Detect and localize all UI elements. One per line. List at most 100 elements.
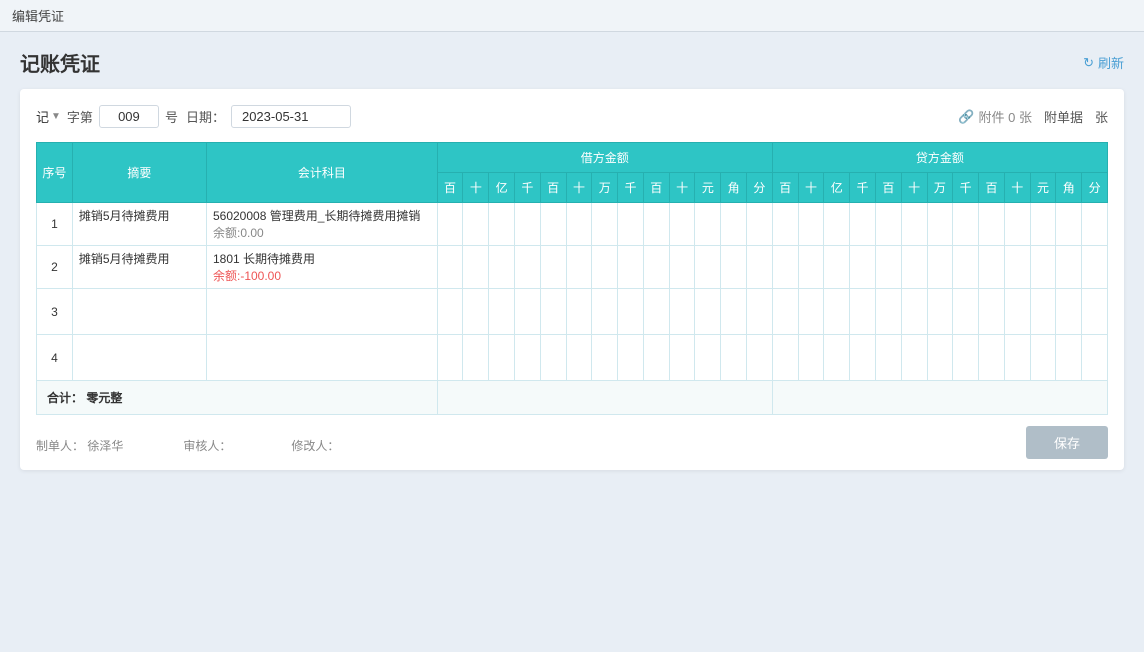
attach-sheet-label[interactable]: 附单据 — [1044, 107, 1083, 126]
row1-c7[interactable] — [927, 203, 953, 246]
row1-c12[interactable] — [1056, 203, 1082, 246]
row2-c9[interactable] — [979, 246, 1005, 289]
row1-c3[interactable] — [824, 203, 850, 246]
row4-c12[interactable] — [1056, 335, 1082, 381]
row4-d9[interactable] — [643, 335, 669, 381]
save-button[interactable]: 保存 — [1026, 426, 1108, 459]
row2-c3[interactable] — [824, 246, 850, 289]
row2-d6[interactable] — [566, 246, 592, 289]
row4-c2[interactable] — [798, 335, 824, 381]
row3-c5[interactable] — [875, 289, 901, 335]
row3-summary[interactable] — [72, 289, 206, 335]
row1-c13[interactable] — [1082, 203, 1108, 246]
row1-summary[interactable]: 摊销5月待摊费用 — [72, 203, 206, 246]
row1-c4[interactable] — [850, 203, 876, 246]
row4-d5[interactable] — [540, 335, 566, 381]
row1-d4[interactable] — [515, 203, 541, 246]
row3-d3[interactable] — [489, 289, 515, 335]
row3-c10[interactable] — [1004, 289, 1030, 335]
row3-c13[interactable] — [1082, 289, 1108, 335]
row2-d9[interactable] — [643, 246, 669, 289]
row1-d13[interactable] — [747, 203, 773, 246]
row3-d1[interactable] — [437, 289, 463, 335]
row3-d4[interactable] — [515, 289, 541, 335]
row1-d6[interactable] — [566, 203, 592, 246]
row3-account[interactable] — [206, 289, 437, 335]
refresh-button[interactable]: ↻ 刷新 — [1083, 53, 1124, 72]
row4-c1[interactable] — [772, 335, 798, 381]
row1-d7[interactable] — [592, 203, 618, 246]
row1-c5[interactable] — [875, 203, 901, 246]
row4-c10[interactable] — [1004, 335, 1030, 381]
row3-c7[interactable] — [927, 289, 953, 335]
row3-c6[interactable] — [901, 289, 927, 335]
row2-d10[interactable] — [669, 246, 695, 289]
row4-d8[interactable] — [618, 335, 644, 381]
row1-d11[interactable] — [695, 203, 721, 246]
row2-d5[interactable] — [540, 246, 566, 289]
row2-d8[interactable] — [618, 246, 644, 289]
row1-c8[interactable] — [953, 203, 979, 246]
row2-d7[interactable] — [592, 246, 618, 289]
row3-d5[interactable] — [540, 289, 566, 335]
row1-d8[interactable] — [618, 203, 644, 246]
row1-d5[interactable] — [540, 203, 566, 246]
row2-c1[interactable] — [772, 246, 798, 289]
row4-c4[interactable] — [850, 335, 876, 381]
row4-d7[interactable] — [592, 335, 618, 381]
row3-d11[interactable] — [695, 289, 721, 335]
row1-c2[interactable] — [798, 203, 824, 246]
row4-c6[interactable] — [901, 335, 927, 381]
row4-c11[interactable] — [1030, 335, 1056, 381]
row2-d1[interactable] — [437, 246, 463, 289]
row3-c1[interactable] — [772, 289, 798, 335]
row2-c11[interactable] — [1030, 246, 1056, 289]
row2-d11[interactable] — [695, 246, 721, 289]
row1-d10[interactable] — [669, 203, 695, 246]
row3-d9[interactable] — [643, 289, 669, 335]
row1-account[interactable]: 56020008 管理费用_长期待摊费用摊销 余额:0.00 — [206, 203, 437, 246]
row3-c12[interactable] — [1056, 289, 1082, 335]
row2-c2[interactable] — [798, 246, 824, 289]
row2-d13[interactable] — [747, 246, 773, 289]
row2-c5[interactable] — [875, 246, 901, 289]
row3-d10[interactable] — [669, 289, 695, 335]
row2-c10[interactable] — [1004, 246, 1030, 289]
row3-c4[interactable] — [850, 289, 876, 335]
row4-account[interactable] — [206, 335, 437, 381]
row1-c10[interactable] — [1004, 203, 1030, 246]
row2-summary[interactable]: 摊销5月待摊费用 — [72, 246, 206, 289]
row4-c13[interactable] — [1082, 335, 1108, 381]
row3-c9[interactable] — [979, 289, 1005, 335]
row4-d4[interactable] — [515, 335, 541, 381]
row4-d11[interactable] — [695, 335, 721, 381]
row2-c8[interactable] — [953, 246, 979, 289]
row3-d6[interactable] — [566, 289, 592, 335]
row1-c6[interactable] — [901, 203, 927, 246]
row4-d12[interactable] — [721, 335, 747, 381]
row2-c12[interactable] — [1056, 246, 1082, 289]
row1-c9[interactable] — [979, 203, 1005, 246]
row2-c7[interactable] — [927, 246, 953, 289]
row1-d9[interactable] — [643, 203, 669, 246]
row3-c3[interactable] — [824, 289, 850, 335]
row1-c11[interactable] — [1030, 203, 1056, 246]
row3-d2[interactable] — [463, 289, 489, 335]
row3-c2[interactable] — [798, 289, 824, 335]
row4-c3[interactable] — [824, 335, 850, 381]
row4-summary[interactable] — [72, 335, 206, 381]
row4-c8[interactable] — [953, 335, 979, 381]
row1-d1[interactable] — [437, 203, 463, 246]
row3-c8[interactable] — [953, 289, 979, 335]
row4-d6[interactable] — [566, 335, 592, 381]
row1-d12[interactable] — [721, 203, 747, 246]
row1-d2[interactable] — [463, 203, 489, 246]
row3-d7[interactable] — [592, 289, 618, 335]
row2-account[interactable]: 1801 长期待摊费用 余额:-100.00 — [206, 246, 437, 289]
row4-c7[interactable] — [927, 335, 953, 381]
row2-c4[interactable] — [850, 246, 876, 289]
row1-d3[interactable] — [489, 203, 515, 246]
row4-d3[interactable] — [489, 335, 515, 381]
row4-d10[interactable] — [669, 335, 695, 381]
row4-d2[interactable] — [463, 335, 489, 381]
